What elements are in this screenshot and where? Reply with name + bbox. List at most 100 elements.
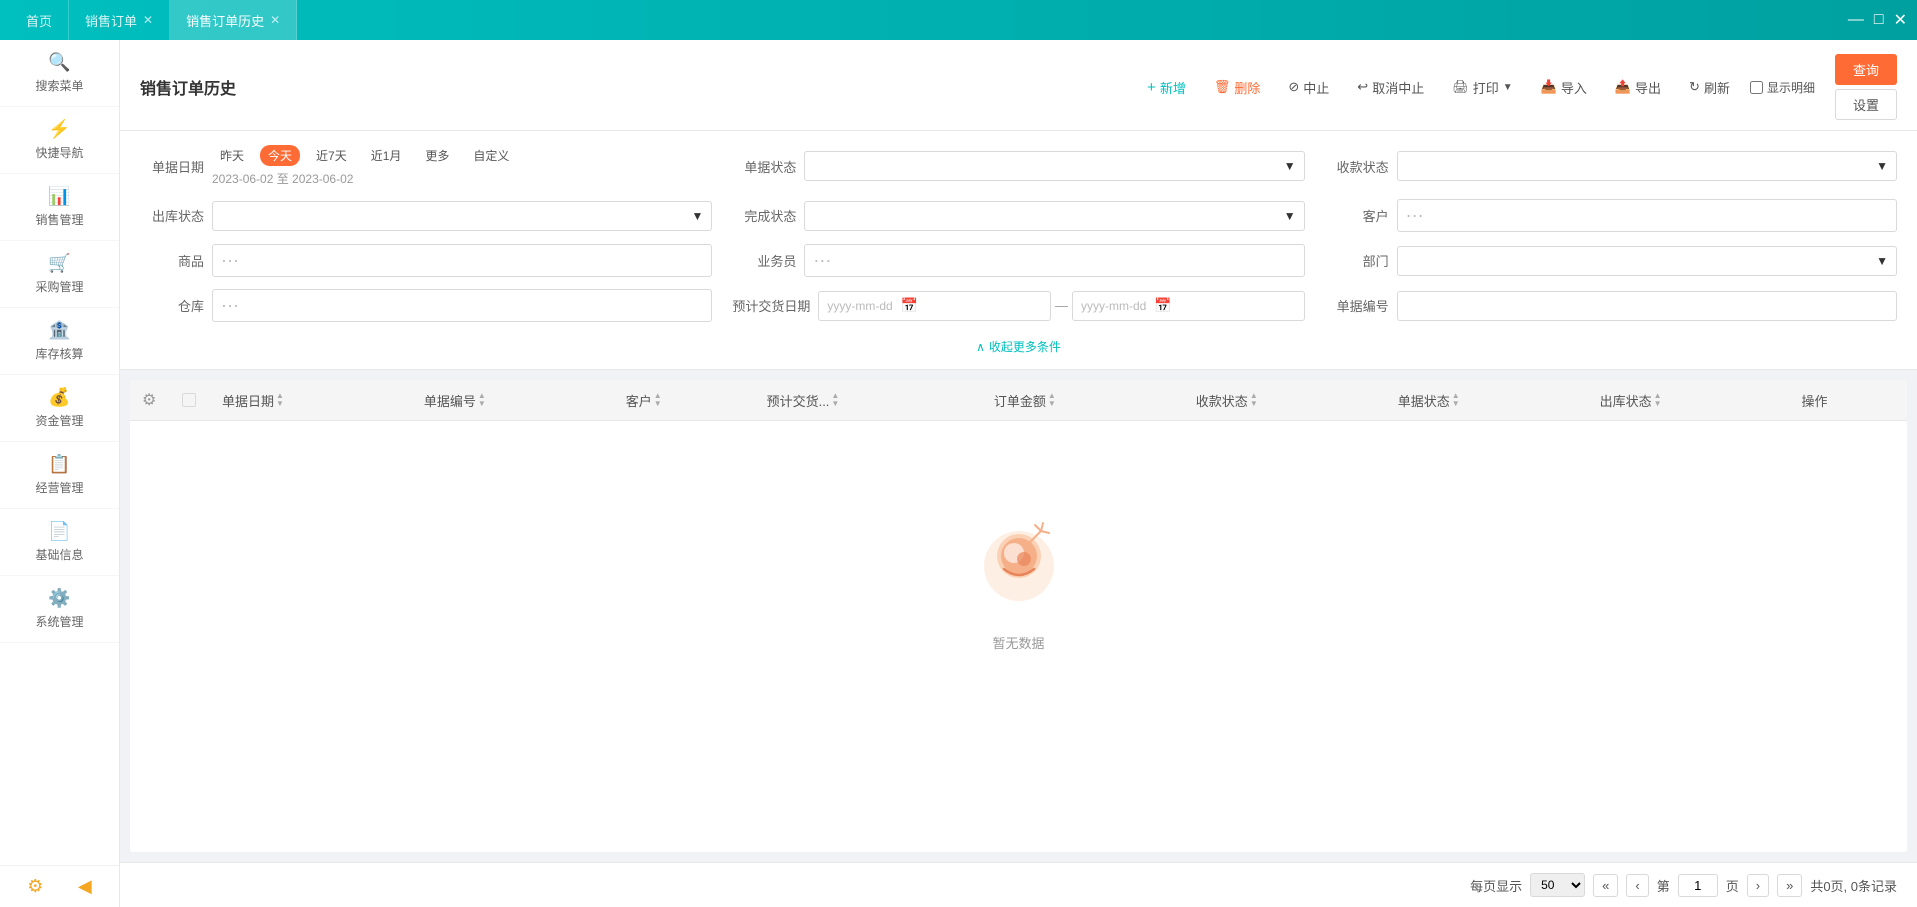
print-dropdown-icon: ▼ bbox=[1503, 82, 1513, 93]
sort-doc-status[interactable]: 单据状态 ▲▼ bbox=[1398, 391, 1576, 410]
filter-item-doc-status: 单据状态 ▼ bbox=[732, 151, 1304, 181]
customer-more-dots[interactable]: ··· bbox=[1406, 205, 1424, 226]
empty-svg bbox=[959, 501, 1079, 621]
next-group-btn[interactable]: » bbox=[1777, 874, 1802, 897]
data-table: ⚙ 单据日期 ▲▼ bbox=[130, 380, 1907, 421]
date-tag-7days[interactable]: 近7天 bbox=[308, 145, 355, 166]
receipt-status-select[interactable]: ▼ bbox=[1397, 151, 1897, 181]
show-detail-checkbox[interactable] bbox=[1750, 81, 1763, 94]
sort-receipt-status[interactable]: 收款状态 ▲▼ bbox=[1196, 391, 1374, 410]
sidebar-label-inventory: 库存核算 bbox=[35, 345, 83, 362]
minimize-icon[interactable]: — bbox=[1848, 11, 1864, 29]
settings-bottom-icon[interactable]: ⚙ bbox=[27, 876, 43, 897]
complete-label: 完成状态 bbox=[732, 206, 796, 225]
th-delivery-status: 出库状态 ▲▼ bbox=[1588, 380, 1790, 421]
delivery-label: 出库状态 bbox=[140, 206, 204, 225]
empty-illustration bbox=[959, 501, 1079, 621]
cancel-stop-button[interactable]: ↩ 取消中止 bbox=[1349, 74, 1432, 101]
delivery-date-start[interactable]: yyyy-mm-dd 📅 bbox=[818, 291, 1051, 321]
warehouse-more-dots[interactable]: ··· bbox=[221, 295, 239, 316]
tab-sales-order[interactable]: 销售订单 ✕ bbox=[69, 0, 170, 40]
delivery-status-select[interactable]: ▼ bbox=[212, 201, 712, 231]
date-tag-1month[interactable]: 近1月 bbox=[363, 145, 410, 166]
dept-select[interactable]: ▼ bbox=[1397, 246, 1897, 276]
date-options-row: 昨天 今天 近7天 近1月 更多 自定义 bbox=[212, 145, 712, 166]
maximize-icon[interactable]: □ bbox=[1874, 11, 1884, 29]
page-input[interactable] bbox=[1678, 874, 1718, 897]
stop-icon: ⊘ bbox=[1288, 79, 1299, 95]
complete-status-select[interactable]: ▼ bbox=[804, 201, 1304, 231]
prev-group-btn[interactable]: « bbox=[1593, 874, 1618, 897]
close-window-icon[interactable]: ✕ bbox=[1894, 10, 1907, 30]
toolbar: + 新增 🗑 删除 ⊘ 中止 ↩ 取消中止 🖨 打印 bbox=[1139, 54, 1897, 120]
next-page-btn[interactable]: › bbox=[1747, 874, 1769, 897]
sort-amount-icons: ▲▼ bbox=[1048, 392, 1056, 408]
sort-expected[interactable]: 预计交货... ▲▼ bbox=[767, 391, 970, 410]
calendar-start-icon[interactable]: 📅 bbox=[901, 297, 918, 314]
print-button[interactable]: 🖨 打印 ▼ bbox=[1444, 74, 1520, 101]
tab-sales-history[interactable]: 销售订单历史 ✕ bbox=[170, 0, 297, 40]
sidebar-bottom: ⚙ ◀ bbox=[0, 865, 119, 907]
salesperson-input[interactable]: ··· bbox=[804, 244, 1304, 277]
delivery-date-end[interactable]: yyyy-mm-dd 📅 bbox=[1072, 291, 1305, 321]
goods-input[interactable]: ··· bbox=[212, 244, 712, 277]
date-tag-more[interactable]: 更多 bbox=[417, 145, 457, 166]
import-button[interactable]: 📥 导入 bbox=[1533, 74, 1595, 101]
sidebar-item-fund[interactable]: 💰 资金管理 bbox=[0, 375, 119, 442]
refresh-button[interactable]: ↻ 刷新 bbox=[1681, 74, 1738, 101]
date-tag-custom[interactable]: 自定义 bbox=[465, 145, 517, 166]
quick-nav-icon: ⚡ bbox=[48, 119, 70, 140]
date-tag-yesterday[interactable]: 昨天 bbox=[212, 145, 252, 166]
sidebar-label-search: 搜索菜单 bbox=[35, 77, 83, 94]
date-filter-group: 昨天 今天 近7天 近1月 更多 自定义 2023-06-02 至 2023-0… bbox=[212, 145, 712, 187]
collapse-sidebar-icon[interactable]: ◀ bbox=[78, 876, 92, 897]
warehouse-input[interactable]: ··· bbox=[212, 289, 712, 322]
show-detail-toggle[interactable]: 显示明细 bbox=[1750, 79, 1815, 96]
sort-amount[interactable]: 订单金额 ▲▼ bbox=[994, 391, 1172, 410]
delete-button[interactable]: 🗑 删除 bbox=[1206, 74, 1269, 101]
sidebar-item-quick-nav[interactable]: ⚡ 快捷导航 bbox=[0, 107, 119, 174]
sidebar-label-purchase: 采购管理 bbox=[35, 278, 83, 295]
select-all-checkbox[interactable] bbox=[182, 393, 196, 407]
new-icon: + bbox=[1147, 79, 1156, 96]
date-tag-today[interactable]: 今天 bbox=[260, 145, 300, 166]
window-controls: — □ ✕ bbox=[1848, 10, 1907, 30]
sort-customer[interactable]: 客户 ▲▼ bbox=[626, 391, 743, 410]
base-info-icon: 📄 bbox=[48, 521, 70, 542]
sort-number[interactable]: 单据编号 ▲▼ bbox=[424, 391, 602, 410]
collapse-button[interactable]: ∧ 收起更多条件 bbox=[976, 338, 1061, 355]
doc-status-select[interactable]: ▼ bbox=[804, 151, 1304, 181]
tab-home[interactable]: 首页 bbox=[10, 0, 69, 40]
settings-button[interactable]: 设置 bbox=[1835, 89, 1897, 120]
sidebar-item-sales[interactable]: 📊 销售管理 bbox=[0, 174, 119, 241]
delete-icon: 🗑 bbox=[1214, 79, 1231, 95]
filter-row-2: 出库状态 ▼ 完成状态 ▼ 客户 ··· bbox=[140, 199, 1897, 232]
stop-button[interactable]: ⊘ 中止 bbox=[1280, 74, 1337, 101]
salesperson-more-dots[interactable]: ··· bbox=[813, 250, 831, 271]
tab-sales-history-close[interactable]: ✕ bbox=[270, 13, 280, 27]
tab-sales-order-label: 销售订单 bbox=[85, 11, 137, 30]
sort-date[interactable]: 单据日期 ▲▼ bbox=[222, 391, 400, 410]
table-settings-icon[interactable]: ⚙ bbox=[142, 392, 156, 409]
customer-label: 客户 bbox=[1325, 206, 1389, 225]
doc-number-input[interactable] bbox=[1397, 291, 1897, 321]
customer-input[interactable]: ··· bbox=[1397, 199, 1897, 232]
sidebar-item-ops[interactable]: 📋 经营管理 bbox=[0, 442, 119, 509]
export-button[interactable]: 📤 导出 bbox=[1607, 74, 1669, 101]
sidebar-item-purchase[interactable]: 🛒 采购管理 bbox=[0, 241, 119, 308]
sidebar-item-search-menu[interactable]: 🔍 搜索菜单 bbox=[0, 40, 119, 107]
sidebar-label-fund: 资金管理 bbox=[35, 412, 83, 429]
tab-sales-order-close[interactable]: ✕ bbox=[143, 13, 153, 27]
sort-delivery-status[interactable]: 出库状态 ▲▼ bbox=[1600, 391, 1778, 410]
sidebar-item-inventory[interactable]: 🏦 库存核算 bbox=[0, 308, 119, 375]
salesperson-label: 业务员 bbox=[732, 251, 796, 270]
query-button[interactable]: 查询 bbox=[1835, 54, 1897, 85]
new-button[interactable]: + 新增 bbox=[1139, 74, 1194, 101]
sidebar-item-sys[interactable]: ⚙️ 系统管理 bbox=[0, 576, 119, 643]
sidebar-item-base-info[interactable]: 📄 基础信息 bbox=[0, 509, 119, 576]
filter-item-date: 单据日期 昨天 今天 近7天 近1月 更多 自定义 2023-06-02 至 2… bbox=[140, 145, 712, 187]
goods-more-dots[interactable]: ··· bbox=[221, 250, 239, 271]
prev-page-btn[interactable]: ‹ bbox=[1626, 874, 1648, 897]
calendar-end-icon[interactable]: 📅 bbox=[1154, 297, 1171, 314]
page-size-select[interactable]: 50 20 100 bbox=[1530, 873, 1585, 897]
